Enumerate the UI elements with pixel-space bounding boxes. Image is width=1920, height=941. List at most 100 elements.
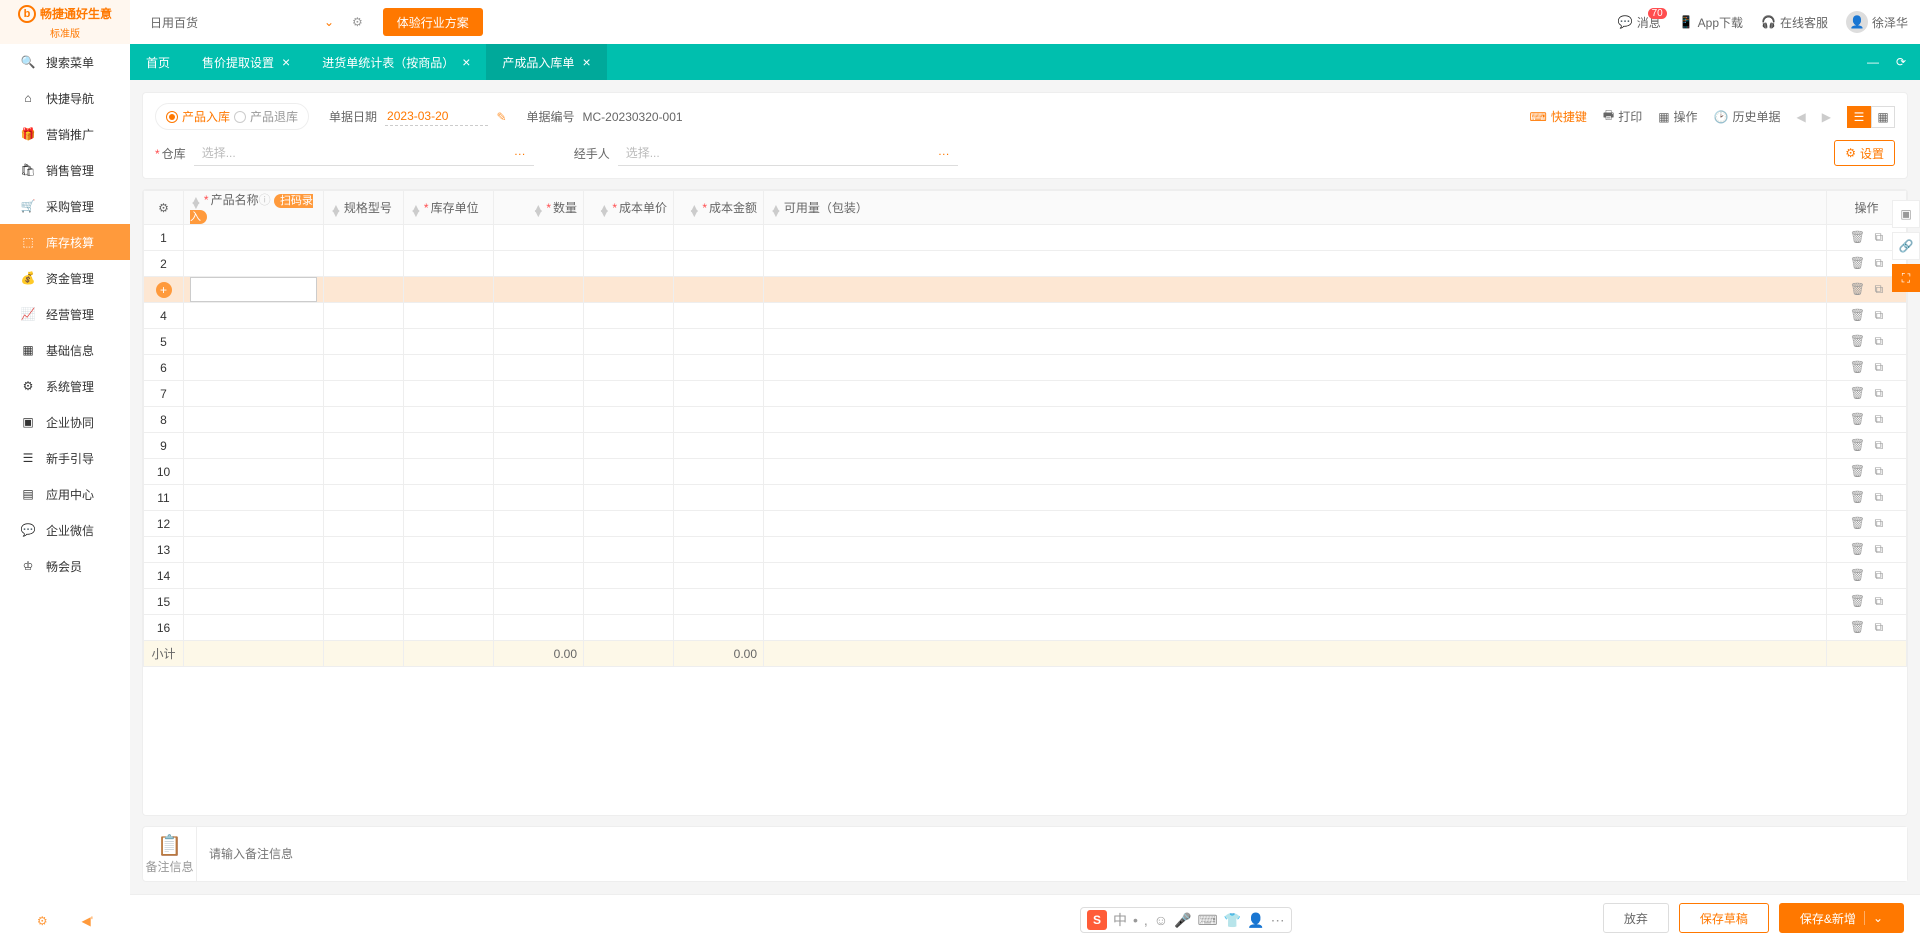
copy-icon[interactable]: ⧉ bbox=[1875, 386, 1884, 400]
nav-item[interactable]: ▣企业协同 bbox=[0, 404, 130, 440]
table-row[interactable]: 14 🗑 ⧉ bbox=[144, 563, 1907, 589]
copy-icon[interactable]: ⧉ bbox=[1875, 282, 1884, 296]
delete-icon[interactable]: 🗑 bbox=[1850, 308, 1865, 322]
copy-icon[interactable]: ⧉ bbox=[1875, 542, 1884, 556]
table-row[interactable]: 9 🗑 ⧉ bbox=[144, 433, 1907, 459]
close-icon[interactable]: × bbox=[582, 54, 590, 70]
warehouse-select[interactable]: 选择... … bbox=[194, 140, 534, 166]
nav-item[interactable]: 📈经营管理 bbox=[0, 296, 130, 332]
next-button[interactable]: ▶ bbox=[1822, 110, 1831, 124]
messages-button[interactable]: 💬 消息 70 bbox=[1618, 14, 1661, 31]
table-row[interactable]: 13 🗑 ⧉ bbox=[144, 537, 1907, 563]
tab-refresh-button[interactable]: ⟳ bbox=[1890, 51, 1912, 73]
copy-icon[interactable]: ⧉ bbox=[1875, 594, 1884, 608]
list-view-button[interactable]: ☰ bbox=[1847, 106, 1871, 128]
discard-button[interactable]: 放弃 bbox=[1603, 903, 1669, 933]
panel-btn-expand[interactable]: ⛶ bbox=[1892, 264, 1920, 292]
nav-item[interactable]: 🎁营销推广 bbox=[0, 116, 130, 152]
delete-icon[interactable]: 🗑 bbox=[1850, 464, 1865, 478]
copy-icon[interactable]: ⧉ bbox=[1875, 438, 1884, 452]
copy-icon[interactable]: ⧉ bbox=[1875, 256, 1884, 270]
prev-button[interactable]: ◀ bbox=[1797, 110, 1806, 124]
delete-icon[interactable]: 🗑 bbox=[1850, 360, 1865, 374]
col-gear[interactable]: ⚙ bbox=[144, 191, 184, 225]
table-row[interactable]: 7 🗑 ⧉ bbox=[144, 381, 1907, 407]
category-select[interactable]: 日用百货 ⌄ bbox=[142, 8, 342, 36]
gear-icon[interactable]: ⚙ bbox=[352, 15, 363, 29]
card-view-button[interactable]: ▦ bbox=[1871, 106, 1895, 128]
nav-item[interactable]: 💰资金管理 bbox=[0, 260, 130, 296]
pencil-icon[interactable]: ✎ bbox=[496, 110, 506, 124]
table-row[interactable]: 15 🗑 ⧉ bbox=[144, 589, 1907, 615]
table-row[interactable]: + 🗑 ⧉ bbox=[144, 277, 1907, 303]
nav-item[interactable]: ♔畅会员 bbox=[0, 548, 130, 584]
table-row[interactable]: 5 🗑 ⧉ bbox=[144, 329, 1907, 355]
user-menu[interactable]: 👤 徐泽华 bbox=[1846, 11, 1908, 33]
nav-item[interactable]: ⌂快捷导航 bbox=[0, 80, 130, 116]
table-row[interactable]: 1 🗑 ⧉ bbox=[144, 225, 1907, 251]
collapse-icon[interactable]: ◀' bbox=[82, 914, 94, 928]
print-link[interactable]: 🖶 打印 bbox=[1603, 106, 1642, 127]
nav-item[interactable]: 💬企业微信 bbox=[0, 512, 130, 548]
delete-icon[interactable]: 🗑 bbox=[1850, 334, 1865, 348]
history-link[interactable]: 🕑 历史单据 bbox=[1714, 108, 1781, 125]
delete-icon[interactable]: 🗑 bbox=[1850, 438, 1865, 452]
tab[interactable]: 售价提取设置× bbox=[186, 44, 306, 80]
settings-icon[interactable]: ⚙ bbox=[37, 914, 48, 928]
save-draft-button[interactable]: 保存草稿 bbox=[1679, 903, 1769, 933]
delete-icon[interactable]: 🗑 bbox=[1850, 516, 1865, 530]
copy-icon[interactable]: ⧉ bbox=[1875, 308, 1884, 322]
copy-icon[interactable]: ⧉ bbox=[1875, 360, 1884, 374]
delete-icon[interactable]: 🗑 bbox=[1850, 490, 1865, 504]
panel-btn-2[interactable]: 🔗 bbox=[1892, 232, 1920, 260]
shortcut-link[interactable]: ⌨ 快捷键 bbox=[1530, 108, 1587, 125]
close-icon[interactable]: × bbox=[282, 54, 290, 70]
nav-item[interactable]: ⚙系统管理 bbox=[0, 368, 130, 404]
table-row[interactable]: 6 🗑 ⧉ bbox=[144, 355, 1907, 381]
close-icon[interactable]: × bbox=[462, 54, 470, 70]
nav-item[interactable]: 🛍销售管理 bbox=[0, 152, 130, 188]
copy-icon[interactable]: ⧉ bbox=[1875, 568, 1884, 582]
copy-icon[interactable]: ⧉ bbox=[1875, 516, 1884, 530]
delete-icon[interactable]: 🗑 bbox=[1850, 256, 1865, 270]
tab[interactable]: 产成品入库单× bbox=[486, 44, 606, 80]
table-row[interactable]: 8 🗑 ⧉ bbox=[144, 407, 1907, 433]
nav-item[interactable]: ▤应用中心 bbox=[0, 476, 130, 512]
product-out-radio[interactable]: 产品退库 bbox=[234, 108, 298, 125]
nav-item[interactable]: ▦基础信息 bbox=[0, 332, 130, 368]
table-row[interactable]: 12 🗑 ⧉ bbox=[144, 511, 1907, 537]
product-in-radio[interactable]: 产品入库 bbox=[166, 108, 230, 125]
table-row[interactable]: 4 🗑 ⧉ bbox=[144, 303, 1907, 329]
nav-item[interactable]: ⬚库存核算 bbox=[0, 224, 130, 260]
copy-icon[interactable]: ⧉ bbox=[1875, 490, 1884, 504]
delete-icon[interactable]: 🗑 bbox=[1850, 594, 1865, 608]
table-row[interactable]: 11 🗑 ⧉ bbox=[144, 485, 1907, 511]
copy-icon[interactable]: ⧉ bbox=[1875, 412, 1884, 426]
delete-icon[interactable]: 🗑 bbox=[1850, 282, 1865, 296]
tab[interactable]: 进货单统计表（按商品）× bbox=[306, 44, 486, 80]
tab-minimize-button[interactable]: — bbox=[1862, 51, 1884, 73]
copy-icon[interactable]: ⧉ bbox=[1875, 334, 1884, 348]
sort-icon[interactable]: ▲▼ bbox=[190, 198, 202, 208]
tab[interactable]: 首页 bbox=[130, 44, 186, 80]
product-name-input[interactable] bbox=[190, 277, 317, 302]
delete-icon[interactable]: 🗑 bbox=[1850, 230, 1865, 244]
copy-icon[interactable]: ⧉ bbox=[1875, 620, 1884, 634]
nav-item[interactable]: 🛒采购管理 bbox=[0, 188, 130, 224]
app-download-button[interactable]: 📱 App下载 bbox=[1679, 14, 1743, 31]
date-value[interactable]: 2023-03-20 bbox=[385, 107, 488, 126]
table-row[interactable]: 16 🗑 ⧉ bbox=[144, 615, 1907, 641]
remarks-input[interactable] bbox=[197, 827, 1907, 881]
table-row[interactable]: 2 🗑 ⧉ bbox=[144, 251, 1907, 277]
delete-icon[interactable]: 🗑 bbox=[1850, 568, 1865, 582]
copy-icon[interactable]: ⧉ bbox=[1875, 230, 1884, 244]
copy-icon[interactable]: ⧉ bbox=[1875, 464, 1884, 478]
delete-icon[interactable]: 🗑 bbox=[1850, 412, 1865, 426]
config-button[interactable]: ⚙ 设置 bbox=[1834, 140, 1895, 166]
delete-icon[interactable]: 🗑 bbox=[1850, 620, 1865, 634]
handler-select[interactable]: 选择... … bbox=[618, 140, 958, 166]
nav-item[interactable]: ☰新手引导 bbox=[0, 440, 130, 476]
save-new-button[interactable]: 保存&新增 ⌄ bbox=[1779, 903, 1904, 933]
panel-btn-1[interactable]: ▣ bbox=[1892, 200, 1920, 228]
add-row-icon[interactable]: + bbox=[156, 282, 172, 298]
